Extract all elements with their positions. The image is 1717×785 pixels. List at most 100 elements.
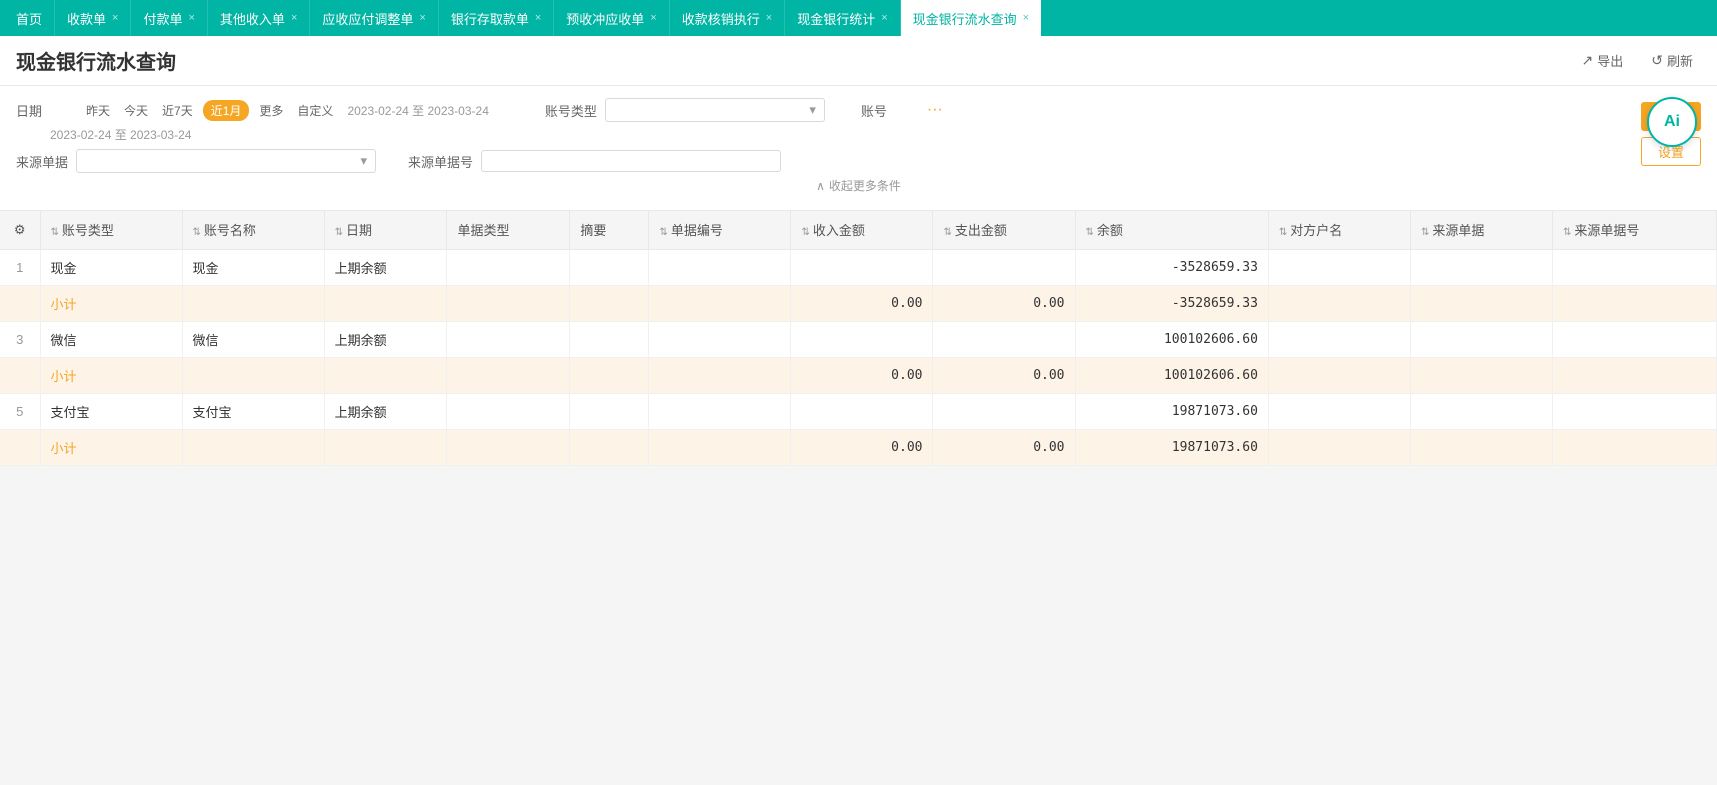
cell-balance: 19871073.60 <box>1075 393 1268 429</box>
cell-date <box>324 429 447 465</box>
cell-summary <box>570 321 649 357</box>
shortcut-custom[interactable]: 自定义 <box>293 100 337 121</box>
source-doc-select[interactable]: ▾ <box>76 149 376 173</box>
export-button[interactable]: ↗ 导出 <box>1574 47 1632 74</box>
table-body: 1现金现金上期余额-3528659.33小计0.000.00-3528659.3… <box>0 249 1717 465</box>
refresh-button[interactable]: ↺ 刷新 <box>1643 47 1701 74</box>
cell-income <box>791 321 933 357</box>
close-icon[interactable]: × <box>881 12 887 24</box>
column-balance: ⇅余额 <box>1075 211 1268 249</box>
cell-doc-no <box>649 249 791 285</box>
cell-doc-no <box>649 393 791 429</box>
cell-account-name <box>182 285 324 321</box>
cell-date: 上期余额 <box>324 321 447 357</box>
cell-source-doc <box>1410 285 1552 321</box>
row-number: 1 <box>0 249 40 285</box>
nav-tab-adjustment[interactable]: 应收应付调整单 × <box>310 0 438 36</box>
cell-counterparty <box>1268 321 1410 357</box>
column-summary: 摘要 <box>570 211 649 249</box>
shortcut-more[interactable]: 更多 <box>255 100 287 121</box>
nav-tab-receipt[interactable]: 收款单 × <box>55 0 131 36</box>
close-icon[interactable]: × <box>1023 12 1029 24</box>
cell-account-name: 支付宝 <box>182 393 324 429</box>
cell-income: 0.00 <box>791 285 933 321</box>
top-navigation: 首页 收款单 × 付款单 × 其他收入单 × 应收应付调整单 × 银行存取款单 … <box>0 0 1717 36</box>
cell-account-type: 小计 <box>40 429 182 465</box>
row-number: 3 <box>0 321 40 357</box>
table-row[interactable]: 1现金现金上期余额-3528659.33 <box>0 249 1717 285</box>
cell-expense <box>933 249 1075 285</box>
table-row[interactable]: 5支付宝支付宝上期余额19871073.60 <box>0 393 1717 429</box>
shortcut-7days[interactable]: 近7天 <box>158 100 197 121</box>
cell-expense: 0.00 <box>933 357 1075 393</box>
source-doc-no-group: 来源单据号 <box>408 150 781 172</box>
cell-counterparty <box>1268 249 1410 285</box>
cell-summary <box>570 285 649 321</box>
close-icon[interactable]: × <box>766 12 772 24</box>
cell-source-doc-no <box>1552 393 1716 429</box>
nav-tab-other-income[interactable]: 其他收入单 × <box>208 0 310 36</box>
shortcut-today[interactable]: 今天 <box>120 100 152 121</box>
cell-summary <box>570 429 649 465</box>
cell-balance: -3528659.33 <box>1075 285 1268 321</box>
date-shortcuts: 昨天 今天 近7天 近1月 更多 自定义 2023-02-24 至 2023-0… <box>82 100 489 121</box>
shortcut-yesterday[interactable]: 昨天 <box>82 100 114 121</box>
close-icon[interactable]: × <box>650 12 656 24</box>
cell-counterparty <box>1268 393 1410 429</box>
account-type-select[interactable]: ▾ <box>605 98 825 122</box>
nav-tab-bank-deposit[interactable]: 银行存取款单 × <box>439 0 554 36</box>
cell-income: 0.00 <box>791 429 933 465</box>
cell-balance: 100102606.60 <box>1075 321 1268 357</box>
ellipsis-icon: ··· <box>927 101 943 119</box>
table-row[interactable]: 小计0.000.0019871073.60 <box>0 429 1717 465</box>
cell-account-type: 现金 <box>40 249 182 285</box>
cell-doc-type <box>447 357 570 393</box>
header-actions: ↗ 导出 ↺ 刷新 <box>1574 47 1702 74</box>
cell-summary <box>570 393 649 429</box>
table-row[interactable]: 小计0.000.00-3528659.33 <box>0 285 1717 321</box>
column-doc-type: 单据类型 <box>447 211 570 249</box>
nav-tab-home[interactable]: 首页 <box>4 0 55 36</box>
cell-balance: -3528659.33 <box>1075 249 1268 285</box>
nav-tab-collection[interactable]: 收款核销执行 × <box>670 0 785 36</box>
cell-source-doc <box>1410 429 1552 465</box>
close-icon[interactable]: × <box>188 12 194 24</box>
cell-expense <box>933 393 1075 429</box>
collapse-button[interactable]: ∧ 收起更多条件 <box>16 173 1701 198</box>
column-account-type: ⇅账号类型 <box>40 211 182 249</box>
close-icon[interactable]: × <box>419 12 425 24</box>
close-icon[interactable]: × <box>535 12 541 24</box>
shortcut-1month[interactable]: 近1月 <box>203 100 250 121</box>
close-icon[interactable]: × <box>112 12 118 24</box>
source-doc-no-label: 来源单据号 <box>408 152 473 171</box>
date-filter-label: 日期 <box>16 101 66 120</box>
cell-doc-type <box>447 393 570 429</box>
column-income: ⇅收入金额 <box>791 211 933 249</box>
account-type-label: 账号类型 <box>545 101 597 120</box>
source-doc-no-input[interactable] <box>481 150 781 172</box>
cell-source-doc-no <box>1552 357 1716 393</box>
cell-doc-no <box>649 429 791 465</box>
close-icon[interactable]: × <box>291 12 297 24</box>
cell-balance: 100102606.60 <box>1075 357 1268 393</box>
nav-tab-cashflow[interactable]: 现金银行流水查询 × <box>901 0 1041 36</box>
export-icon: ↗ <box>1582 52 1594 69</box>
table-row[interactable]: 小计0.000.00100102606.60 <box>0 357 1717 393</box>
cell-date: 上期余额 <box>324 249 447 285</box>
row-number <box>0 285 40 321</box>
column-date: ⇅日期 <box>324 211 447 249</box>
cell-expense: 0.00 <box>933 285 1075 321</box>
source-doc-group: 来源单据 ▾ <box>16 149 376 173</box>
ai-badge[interactable]: Ai <box>1647 97 1697 147</box>
nav-tab-payment[interactable]: 付款单 × <box>131 0 207 36</box>
refresh-icon: ↺ <box>1651 52 1663 69</box>
column-source-doc-no: ⇅来源单据号 <box>1552 211 1716 249</box>
cell-account-name: 微信 <box>182 321 324 357</box>
column-gear[interactable]: ⚙ <box>0 211 40 249</box>
table-row[interactable]: 3微信微信上期余额100102606.60 <box>0 321 1717 357</box>
nav-tab-stats[interactable]: 现金银行统计 × <box>785 0 900 36</box>
cell-account-type: 小计 <box>40 285 182 321</box>
cell-source-doc-no <box>1552 429 1716 465</box>
nav-tab-prepay[interactable]: 预收冲应收单 × <box>554 0 669 36</box>
chevron-down-icon: ▾ <box>360 153 367 169</box>
